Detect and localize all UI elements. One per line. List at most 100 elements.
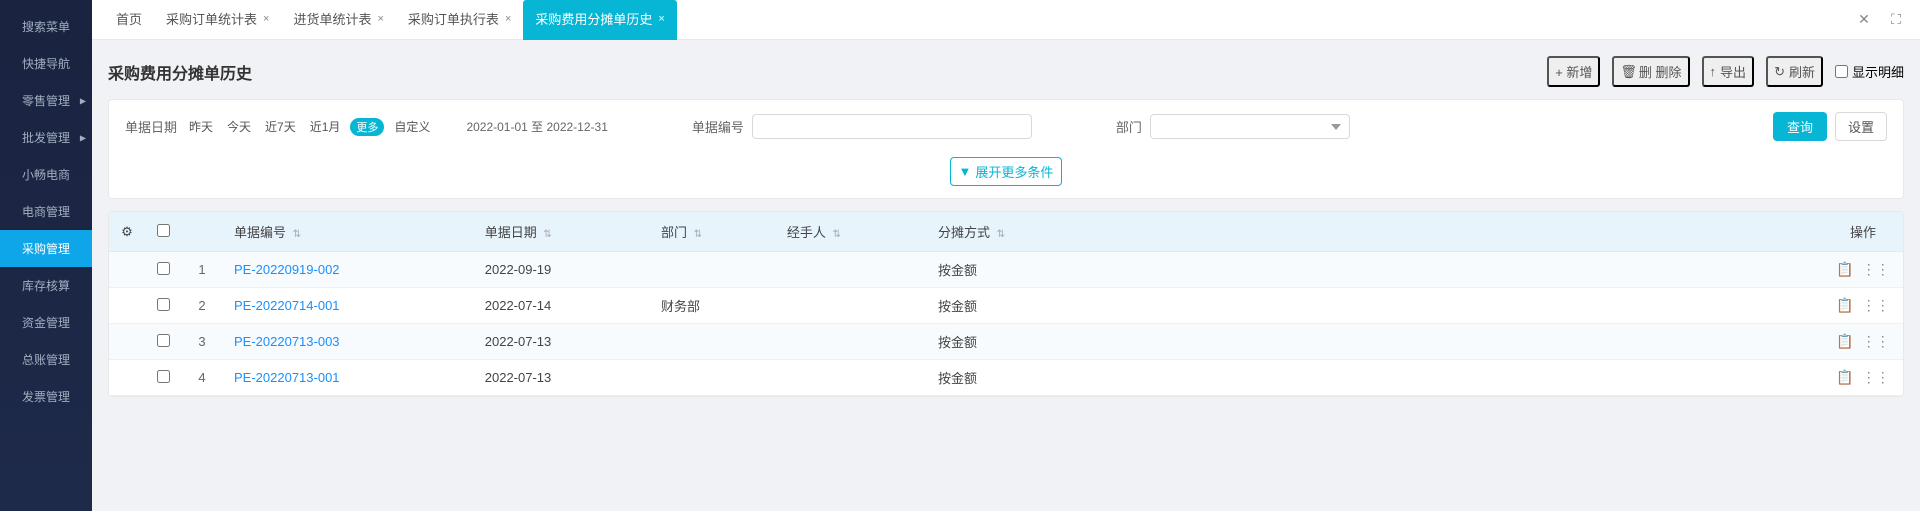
settings-icon[interactable]: ⚙ (121, 224, 133, 239)
cell-num-1: 2 (182, 288, 222, 324)
sidebar-item-3[interactable]: 批发管理 (0, 119, 92, 156)
maximize-window-button[interactable]: ⛶ (1884, 8, 1908, 32)
tab-close-1[interactable]: × (263, 13, 269, 25)
doc-no-link-0[interactable]: PE-20220919-002 (234, 262, 340, 277)
doc-no-sort-icon[interactable]: ⇅ (293, 229, 301, 240)
split-method-sort-icon[interactable]: ⇅ (997, 229, 1005, 240)
row-more-icon-1[interactable]: ⋮⋮ (1862, 297, 1890, 314)
tab-label-3: 采购订单执行表 (408, 9, 499, 28)
row-checkbox-3[interactable] (157, 370, 170, 383)
tab-1[interactable]: 采购订单统计表 × (154, 0, 281, 40)
main-content: 首页采购订单统计表×进货单统计表×采购订单执行表×采购费用分摊单历史× ✕ ⛶ … (92, 0, 1920, 511)
doc-no-input[interactable] (752, 114, 1032, 139)
yesterday-btn[interactable]: 昨天 (185, 116, 217, 137)
sidebar-item-6[interactable]: 采购管理 (0, 230, 92, 267)
doc-no-link-3[interactable]: PE-20220713-001 (234, 370, 340, 385)
tab-close-3[interactable]: × (505, 13, 511, 25)
show-detail-checkbox-label[interactable]: 显示明细 (1835, 62, 1904, 81)
expand-row: ▼ 展开更多条件 (125, 149, 1887, 186)
doc-no-link-2[interactable]: PE-20220713-003 (234, 334, 340, 349)
tab-label-1: 采购订单统计表 (166, 9, 257, 28)
doc-no-link-1[interactable]: PE-20220714-001 (234, 298, 340, 313)
cell-split-method-0: 按金额 (926, 252, 1823, 288)
doc-no-label: 单据编号 (692, 117, 744, 136)
sidebar-item-7[interactable]: 库存核算 (0, 267, 92, 304)
table-row: 2 PE-20220714-001 2022-07-14 财务部 按金额 📋 ⋮… (109, 288, 1903, 324)
date-shortcuts: 昨天 今天 近7天 近1月 更多 自定义 (185, 116, 434, 137)
tab-0[interactable]: 首页 (104, 0, 154, 40)
dept-select[interactable]: 财务部 (1150, 114, 1350, 139)
row-edit-icon-2[interactable]: 📋 (1836, 333, 1853, 350)
add-button[interactable]: + 新增 (1547, 56, 1600, 87)
cell-dept-1: 财务部 (649, 288, 775, 324)
cell-split-method-3: 按金额 (926, 360, 1823, 396)
row-more-icon-3[interactable]: ⋮⋮ (1862, 369, 1890, 386)
cell-actions-2: 📋 ⋮⋮ (1823, 324, 1903, 360)
row-more-icon-2[interactable]: ⋮⋮ (1862, 333, 1890, 350)
delete-button[interactable]: 🗑 删 删除 (1612, 56, 1689, 87)
tab-close-2[interactable]: × (377, 13, 383, 25)
tab-actions: ✕ ⛶ (1852, 8, 1908, 32)
sidebar-item-8[interactable]: 资金管理 (0, 304, 92, 341)
table-row: 3 PE-20220713-003 2022-07-13 按金额 📋 ⋮⋮ (109, 324, 1903, 360)
row-checkbox-0[interactable] (157, 262, 170, 275)
today-btn[interactable]: 今天 (223, 116, 255, 137)
tab-4[interactable]: 采购费用分摊单历史× (523, 0, 676, 40)
sidebar-item-9[interactable]: 总账管理 (0, 341, 92, 378)
sidebar-item-0[interactable]: 搜索菜单 (0, 8, 92, 45)
row-checkbox-2[interactable] (157, 334, 170, 347)
col-num (182, 212, 222, 252)
page-content: 采购费用分摊单历史 + 新增 🗑 删 删除 ↑ 导出 ↻ 刷新 显示明细 (92, 40, 1920, 511)
col-doc-no: 单据编号 ⇅ (222, 212, 473, 252)
tab-bar: 首页采购订单统计表×进货单统计表×采购订单执行表×采购费用分摊单历史× ✕ ⛶ (92, 0, 1920, 40)
close-window-button[interactable]: ✕ (1852, 8, 1876, 32)
sidebar-item-4[interactable]: 小畅电商 (0, 156, 92, 193)
page-title: 采购费用分摊单历史 (108, 60, 252, 84)
row-edit-icon-1[interactable]: 📋 (1836, 297, 1853, 314)
sidebar-item-2[interactable]: 零售管理 (0, 82, 92, 119)
cell-settings-0 (109, 252, 145, 288)
sidebar-item-1[interactable]: 快捷导航 (0, 45, 92, 82)
cell-dept-2 (649, 324, 775, 360)
row-edit-icon-3[interactable]: 📋 (1836, 369, 1853, 386)
row-more-icon-0[interactable]: ⋮⋮ (1862, 261, 1890, 278)
select-all-checkbox[interactable] (157, 224, 170, 237)
cell-date-3: 2022-07-13 (473, 360, 649, 396)
sidebar-item-10[interactable]: 发票管理 (0, 378, 92, 415)
export-button[interactable]: ↑ 导出 (1702, 56, 1755, 87)
row-checkbox-1[interactable] (157, 298, 170, 311)
expand-conditions-button[interactable]: ▼ 展开更多条件 (950, 157, 1063, 186)
cell-checkbox-2 (145, 324, 182, 360)
tab-3[interactable]: 采购订单执行表 × (396, 0, 523, 40)
refresh-button[interactable]: ↻ 刷新 (1766, 56, 1823, 87)
more-btn[interactable]: 更多 (350, 118, 384, 136)
date-sort-icon[interactable]: ⇅ (543, 229, 551, 240)
tab-close-4[interactable]: × (658, 13, 664, 25)
cell-doc-no-3: PE-20220713-001 (222, 360, 473, 396)
row-edit-icon-0[interactable]: 📋 (1836, 261, 1853, 278)
dept-sort-icon[interactable]: ⇅ (694, 229, 702, 240)
chevron-down-icon: ▼ (959, 164, 972, 179)
handler-sort-icon[interactable]: ⇅ (833, 229, 841, 240)
col-settings: ⚙ (109, 212, 145, 252)
month-btn[interactable]: 近1月 (306, 116, 345, 137)
cell-dept-0 (649, 252, 775, 288)
sidebar-item-5[interactable]: 电商管理 (0, 193, 92, 230)
show-detail-checkbox[interactable] (1835, 65, 1848, 78)
doc-no-filter: 单据编号 (692, 114, 1032, 139)
setting-button[interactable]: 设置 (1835, 112, 1887, 141)
date-filter: 单据日期 昨天 今天 近7天 近1月 更多 自定义 (125, 116, 434, 137)
cell-date-1: 2022-07-14 (473, 288, 649, 324)
custom-btn[interactable]: 自定义 (390, 116, 434, 137)
col-dept: 部门 ⇅ (649, 212, 775, 252)
cell-doc-no-1: PE-20220714-001 (222, 288, 473, 324)
query-button[interactable]: 查询 (1773, 112, 1827, 141)
cell-doc-no-0: PE-20220919-002 (222, 252, 473, 288)
filter-actions: 查询 设置 (1773, 112, 1887, 141)
filter-area: 单据日期 昨天 今天 近7天 近1月 更多 自定义 2022-01-01 至 2… (108, 99, 1904, 199)
cell-actions-0: 📋 ⋮⋮ (1823, 252, 1903, 288)
tab-2[interactable]: 进货单统计表× (281, 0, 395, 40)
sidebar: 搜索菜单快捷导航零售管理批发管理小畅电商电商管理采购管理库存核算资金管理总账管理… (0, 0, 92, 511)
cell-actions-1: 📋 ⋮⋮ (1823, 288, 1903, 324)
week-btn[interactable]: 近7天 (261, 116, 300, 137)
